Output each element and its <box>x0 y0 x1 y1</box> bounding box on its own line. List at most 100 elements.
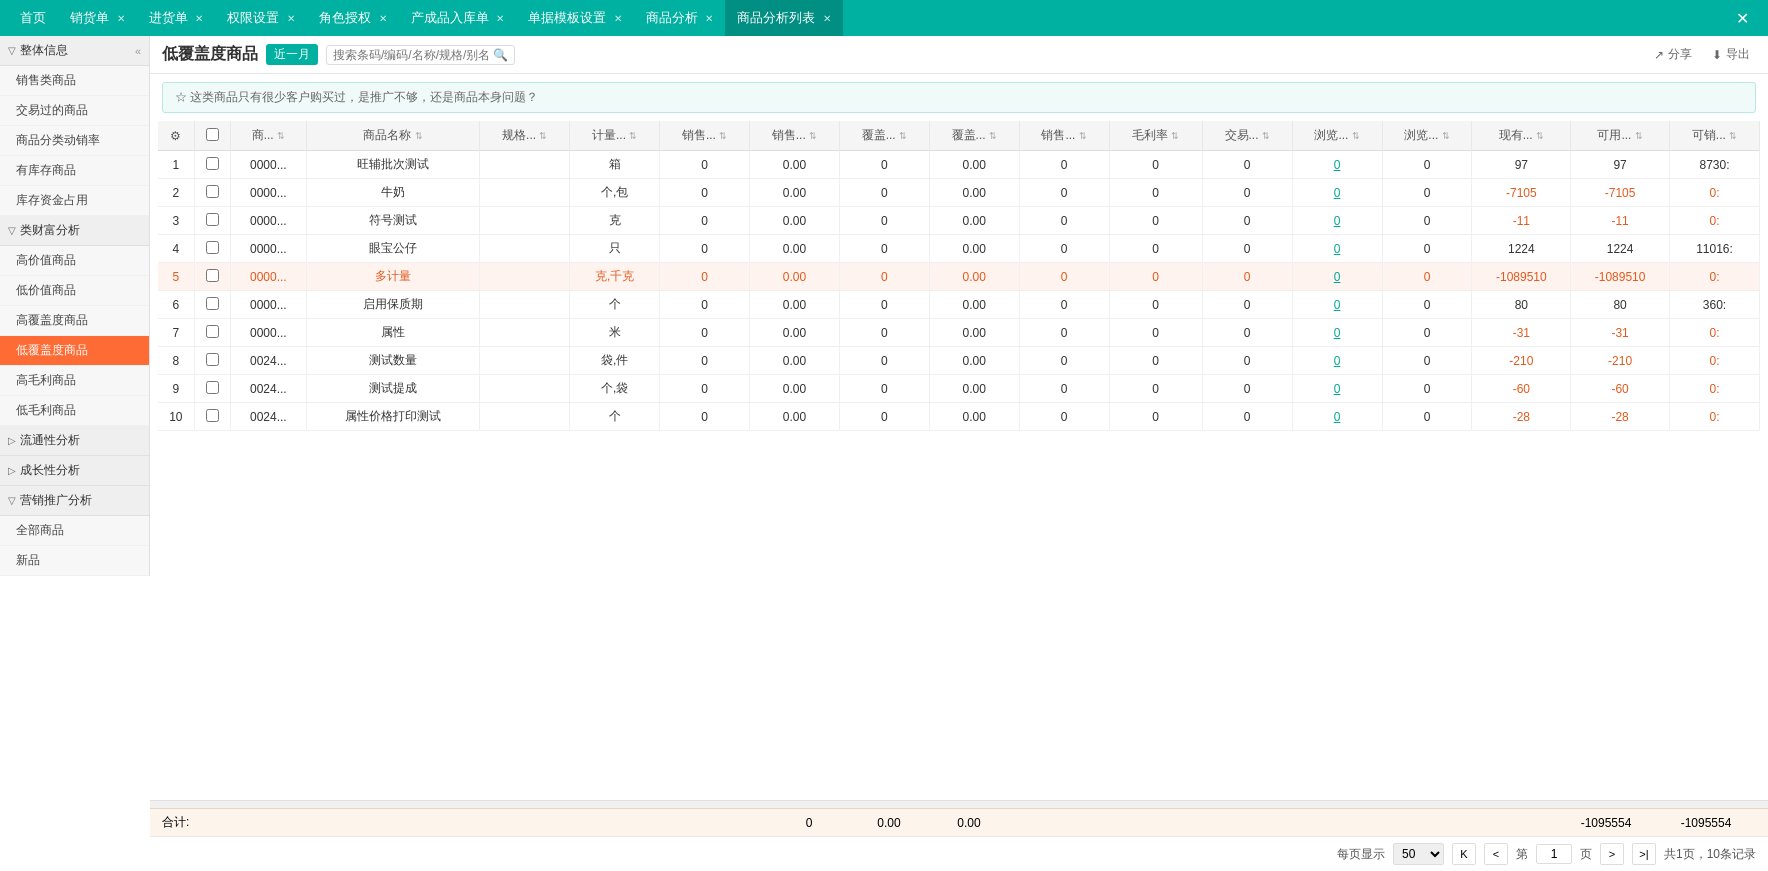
row-cb[interactable] <box>194 291 230 319</box>
row-checkbox[interactable] <box>206 409 219 422</box>
nav-role-close[interactable]: ✕ <box>379 13 387 24</box>
row-checkbox[interactable] <box>206 269 219 282</box>
row-checkbox[interactable] <box>206 353 219 366</box>
nav-product-warehouse[interactable]: 产成品入库单 ✕ <box>399 0 517 36</box>
nav-goods-analysis-close[interactable]: ✕ <box>705 13 713 24</box>
sidebar-item-all-goods[interactable]: 全部商品 <box>0 516 149 546</box>
nav-purchase[interactable]: 进货单 ✕ <box>137 0 216 36</box>
nav-permission-close[interactable]: ✕ <box>287 13 295 24</box>
row-checkbox[interactable] <box>206 213 219 226</box>
sidebar-item-high-value[interactable]: 高价值商品 <box>0 246 149 276</box>
row-cb[interactable] <box>194 403 230 431</box>
search-input[interactable] <box>333 48 493 62</box>
col-current[interactable]: 现有... ⇅ <box>1472 121 1571 151</box>
col-code[interactable]: 商... ⇅ <box>231 121 307 151</box>
row-cb[interactable] <box>194 319 230 347</box>
sidebar-item-traded-goods[interactable]: 交易过的商品 <box>0 96 149 126</box>
row-checkbox[interactable] <box>206 241 219 254</box>
row-browse1[interactable]: 0 <box>1292 319 1382 347</box>
sidebar-section-marketing[interactable]: ▽ 营销推广分析 <box>0 486 149 516</box>
nav-goods-list[interactable]: 商品分析列表 ✕ <box>725 0 843 36</box>
sidebar-item-sales-goods[interactable]: 销售类商品 <box>0 66 149 96</box>
nav-template[interactable]: 单据模板设置 ✕ <box>516 0 634 36</box>
row-checkbox[interactable] <box>206 381 219 394</box>
sidebar-section-growth[interactable]: ▷ 成长性分析 <box>0 456 149 486</box>
row-browse1[interactable]: 0 <box>1292 347 1382 375</box>
col-cover2[interactable]: 覆盖... ⇅ <box>929 121 1019 151</box>
col-browse1[interactable]: 浏览... ⇅ <box>1292 121 1382 151</box>
bottom-scrollbar[interactable] <box>150 800 1768 808</box>
col-gross[interactable]: 毛利率 ⇅ <box>1109 121 1202 151</box>
page-size-select[interactable]: 50 100 200 <box>1393 843 1444 865</box>
sidebar-item-stock-funds[interactable]: 库存资金占用 <box>0 186 149 216</box>
row-cb[interactable] <box>194 207 230 235</box>
nav-permission[interactable]: 权限设置 ✕ <box>215 0 307 36</box>
row-checkbox[interactable] <box>206 297 219 310</box>
col-cover1[interactable]: 覆盖... ⇅ <box>839 121 929 151</box>
period-button[interactable]: 近一月 <box>266 44 318 65</box>
sidebar-item-new-goods[interactable]: 新品 <box>0 546 149 576</box>
share-button[interactable]: ↗ 分享 <box>1648 44 1698 65</box>
last-page-button[interactable]: >| <box>1632 843 1656 865</box>
col-sales-qty[interactable]: 销售... ⇅ <box>660 121 750 151</box>
row-checkbox[interactable] <box>206 325 219 338</box>
col-trade[interactable]: 交易... ⇅ <box>1202 121 1292 151</box>
sidebar-item-low-coverage[interactable]: 低覆盖度商品 <box>0 336 149 366</box>
sidebar-section-wealth[interactable]: ▽ 类财富分析 <box>0 216 149 246</box>
sidebar-item-category-rate[interactable]: 商品分类动销率 <box>0 126 149 156</box>
sidebar-item-high-coverage[interactable]: 高覆盖度商品 <box>0 306 149 336</box>
col-sellable[interactable]: 可销... ⇅ <box>1670 121 1760 151</box>
sidebar-item-low-profit[interactable]: 低毛利商品 <box>0 396 149 426</box>
page-number-input[interactable] <box>1536 844 1572 864</box>
nav-template-close[interactable]: ✕ <box>614 13 622 24</box>
col-browse2[interactable]: 浏览... ⇅ <box>1382 121 1472 151</box>
prev-page-button[interactable]: < <box>1484 843 1508 865</box>
col-usable[interactable]: 可用... ⇅ <box>1571 121 1670 151</box>
row-browse1[interactable]: 0 <box>1292 375 1382 403</box>
col-name[interactable]: 商品名称 ⇅ <box>306 121 480 151</box>
sidebar-item-low-value[interactable]: 低价值商品 <box>0 276 149 306</box>
search-icon[interactable]: 🔍 <box>493 48 508 62</box>
row-cb[interactable] <box>194 179 230 207</box>
row-browse1[interactable]: 0 <box>1292 263 1382 291</box>
sidebar-section-liquidity[interactable]: ▷ 流通性分析 <box>0 426 149 456</box>
nav-product-close[interactable]: ✕ <box>496 13 504 24</box>
row-browse1[interactable]: 0 <box>1292 291 1382 319</box>
nav-home[interactable]: 首页 <box>8 0 58 36</box>
export-button[interactable]: ⬇ 导出 <box>1706 44 1756 65</box>
row-browse1[interactable]: 0 <box>1292 179 1382 207</box>
table-row: 70000...属性米00.0000.0000000-31-310: <box>158 319 1760 347</box>
row-cb[interactable] <box>194 263 230 291</box>
nav-purchase-close[interactable]: ✕ <box>195 13 203 24</box>
sidebar-collapse-icon[interactable]: « <box>135 45 141 57</box>
col-sales3[interactable]: 销售... ⇅ <box>1019 121 1109 151</box>
nav-role[interactable]: 角色授权 ✕ <box>307 0 399 36</box>
row-cb[interactable] <box>194 235 230 263</box>
col-spec[interactable]: 规格... ⇅ <box>480 121 570 151</box>
row-cb[interactable] <box>194 151 230 179</box>
row-cb[interactable] <box>194 347 230 375</box>
sidebar-item-high-profit[interactable]: 高毛利商品 <box>0 366 149 396</box>
select-all-checkbox[interactable] <box>206 128 219 141</box>
sidebar-item-stocked-goods[interactable]: 有库存商品 <box>0 156 149 186</box>
row-checkbox[interactable] <box>206 157 219 170</box>
first-page-button[interactable]: K <box>1452 843 1476 865</box>
arrow-icon-3: ▷ <box>8 435 16 446</box>
row-checkbox[interactable] <box>206 185 219 198</box>
nav-goods-analysis[interactable]: 商品分析 ✕ <box>634 0 726 36</box>
nav-sales[interactable]: 销货单 ✕ <box>58 0 137 36</box>
next-page-button[interactable]: > <box>1600 843 1624 865</box>
row-browse1[interactable]: 0 <box>1292 235 1382 263</box>
row-browse1[interactable]: 0 <box>1292 151 1382 179</box>
nav-sales-close[interactable]: ✕ <box>117 13 125 24</box>
row-browse1[interactable]: 0 <box>1292 403 1382 431</box>
col-unit[interactable]: 计量... ⇅ <box>570 121 660 151</box>
col-sales-amt[interactable]: 销售... ⇅ <box>750 121 840 151</box>
nav-goods-list-close[interactable]: ✕ <box>823 13 831 24</box>
row-browse1[interactable]: 0 <box>1292 207 1382 235</box>
sidebar-section-overall[interactable]: ▽ 整体信息 « <box>0 36 149 66</box>
window-close-button[interactable]: ✕ <box>1724 0 1760 36</box>
row-cb[interactable] <box>194 375 230 403</box>
col-settings[interactable]: ⚙ <box>158 121 194 151</box>
row-cover2: 0.00 <box>929 179 1019 207</box>
